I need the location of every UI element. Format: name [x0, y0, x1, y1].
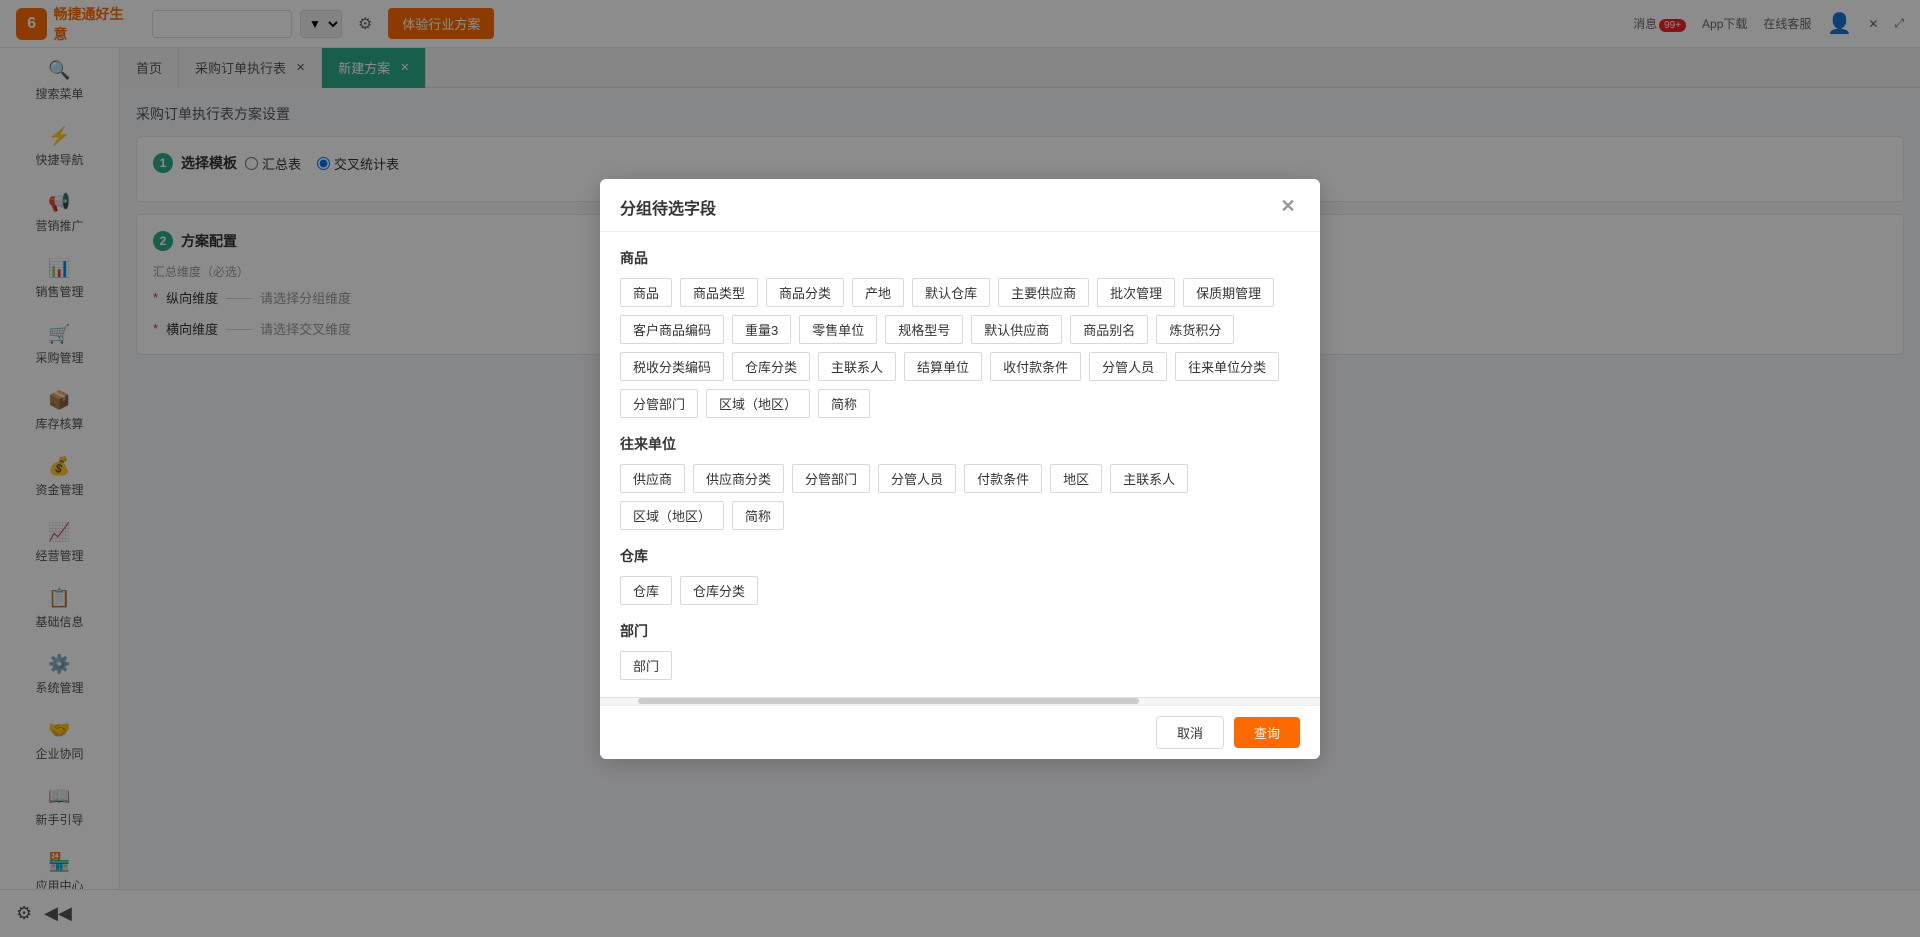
field-tag[interactable]: 分管部门	[792, 464, 870, 493]
horizontal-scrollbar[interactable]	[600, 697, 1320, 704]
field-tag[interactable]: 商品	[620, 278, 672, 307]
field-tag[interactable]: 主联系人	[818, 352, 896, 381]
section-department: 部门 部门	[620, 621, 1300, 680]
field-tag[interactable]: 商品分类	[766, 278, 844, 307]
field-tag[interactable]: 区域（地区）	[706, 389, 810, 418]
field-tag[interactable]: 分管部门	[620, 389, 698, 418]
product-fields: 商品商品类型商品分类产地默认仓库主要供应商批次管理保质期管理客户商品编码重量3 零…	[620, 278, 1300, 418]
field-tag[interactable]: 收付款条件	[990, 352, 1081, 381]
field-tag[interactable]: 炼货积分	[1156, 315, 1234, 344]
field-tag[interactable]: 默认供应商	[971, 315, 1062, 344]
field-tag[interactable]: 区域（地区）	[620, 501, 724, 530]
field-tag[interactable]: 分管人员	[1089, 352, 1167, 381]
field-tag[interactable]: 零售单位	[799, 315, 877, 344]
field-tag[interactable]: 商品别名	[1070, 315, 1148, 344]
field-tag[interactable]: 默认仓库	[912, 278, 990, 307]
field-selection-modal: 分组待选字段 ✕ 商品 商品商品类型商品分类产地默认仓库主要供应商批次管理保质期…	[600, 179, 1320, 759]
field-tag[interactable]: 保质期管理	[1183, 278, 1274, 307]
field-tag[interactable]: 往来单位分类	[1175, 352, 1279, 381]
section-warehouse-title: 仓库	[620, 546, 1300, 566]
field-tag[interactable]: 税收分类编码	[620, 352, 724, 381]
field-tag[interactable]: 地区	[1050, 464, 1102, 493]
modal-header: 分组待选字段 ✕	[600, 179, 1320, 232]
modal-close-button[interactable]: ✕	[1276, 195, 1300, 219]
field-tag[interactable]: 重量3	[732, 315, 791, 344]
field-tag[interactable]: 供应商分类	[693, 464, 784, 493]
section-product-title: 商品	[620, 248, 1300, 268]
modal-footer: 取消 查询	[600, 705, 1320, 759]
field-tag[interactable]: 规格型号	[885, 315, 963, 344]
field-tag[interactable]: 部门	[620, 651, 672, 680]
field-tag[interactable]: 主联系人	[1110, 464, 1188, 493]
field-tag[interactable]: 产地	[852, 278, 904, 307]
modal-title: 分组待选字段	[620, 195, 716, 219]
field-tag[interactable]: 分管人员	[878, 464, 956, 493]
section-partner: 往来单位 供应商供应商分类分管部门分管人员付款条件地区主联系人区域（地区） 简称	[620, 434, 1300, 530]
field-tag[interactable]: 供应商	[620, 464, 685, 493]
section-product: 商品 商品商品类型商品分类产地默认仓库主要供应商批次管理保质期管理客户商品编码重…	[620, 248, 1300, 418]
field-tag[interactable]: 客户商品编码	[620, 315, 724, 344]
partner-fields: 供应商供应商分类分管部门分管人员付款条件地区主联系人区域（地区） 简称	[620, 464, 1300, 530]
confirm-button[interactable]: 查询	[1234, 717, 1300, 748]
field-tag[interactable]: 付款条件	[964, 464, 1042, 493]
section-department-title: 部门	[620, 621, 1300, 641]
field-tag[interactable]: 简称	[818, 389, 870, 418]
field-tag[interactable]: 仓库分类	[680, 576, 758, 605]
department-fields: 部门	[620, 651, 1300, 680]
field-tag[interactable]: 简称	[732, 501, 784, 530]
field-tag[interactable]: 仓库	[620, 576, 672, 605]
section-warehouse: 仓库 仓库仓库分类	[620, 546, 1300, 605]
warehouse-fields: 仓库仓库分类	[620, 576, 1300, 605]
cancel-button[interactable]: 取消	[1156, 716, 1224, 749]
field-tag[interactable]: 主要供应商	[998, 278, 1089, 307]
field-tag[interactable]: 批次管理	[1097, 278, 1175, 307]
field-tag[interactable]: 结算单位	[904, 352, 982, 381]
modal-body: 商品 商品商品类型商品分类产地默认仓库主要供应商批次管理保质期管理客户商品编码重…	[600, 232, 1320, 698]
modal-overlay: 分组待选字段 ✕ 商品 商品商品类型商品分类产地默认仓库主要供应商批次管理保质期…	[0, 0, 1920, 937]
section-partner-title: 往来单位	[620, 434, 1300, 454]
field-tag[interactable]: 商品类型	[680, 278, 758, 307]
field-tag[interactable]: 仓库分类	[732, 352, 810, 381]
